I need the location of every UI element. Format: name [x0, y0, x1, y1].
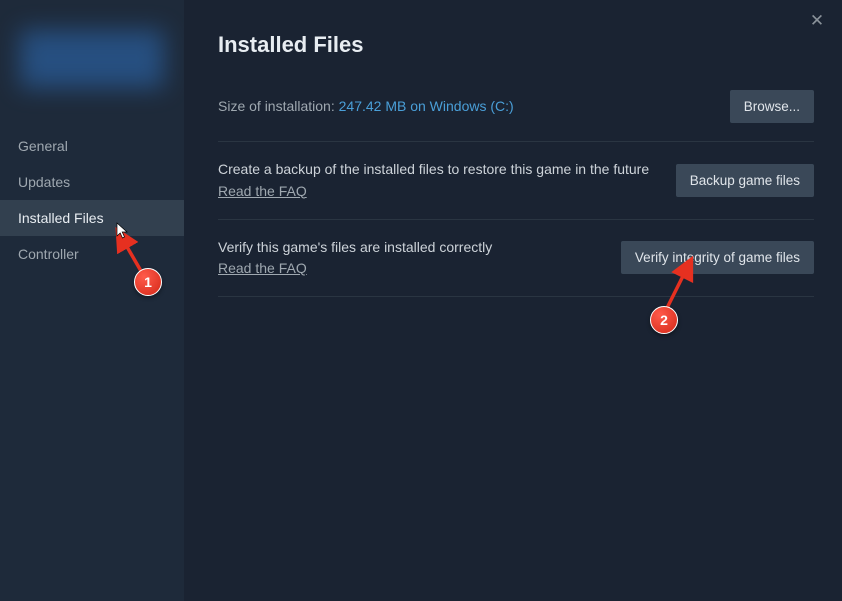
properties-window: General Updates Installed Files Controll…: [0, 0, 842, 601]
backup-button[interactable]: Backup game files: [676, 164, 814, 197]
install-size-value: 247.42 MB on Windows (C:): [339, 98, 514, 114]
page-title: Installed Files: [218, 32, 814, 58]
sidebar-item-general[interactable]: General: [0, 128, 184, 164]
sidebar-item-controller[interactable]: Controller: [0, 236, 184, 272]
backup-desc: Create a backup of the installed files t…: [218, 160, 656, 180]
backup-faq-link[interactable]: Read the FAQ: [218, 183, 307, 199]
sidebar-items: General Updates Installed Files Controll…: [0, 118, 184, 272]
install-size-label: Size of installation:: [218, 98, 339, 114]
verify-button[interactable]: Verify integrity of game files: [621, 241, 814, 274]
browse-button[interactable]: Browse...: [730, 90, 814, 123]
main-panel: ✕ Installed Files Size of installation: …: [184, 0, 842, 601]
backup-row: Create a backup of the installed files t…: [218, 160, 814, 220]
install-size-row: Size of installation: 247.42 MB on Windo…: [218, 90, 814, 142]
sidebar-game-header: [0, 0, 184, 118]
sidebar-item-installed-files[interactable]: Installed Files: [0, 200, 184, 236]
sidebar-item-updates[interactable]: Updates: [0, 164, 184, 200]
verify-row: Verify this game's files are installed c…: [218, 238, 814, 298]
verify-desc: Verify this game's files are installed c…: [218, 238, 601, 258]
verify-faq-link[interactable]: Read the FAQ: [218, 260, 307, 276]
close-icon[interactable]: ✕: [807, 11, 827, 31]
sidebar: General Updates Installed Files Controll…: [0, 0, 184, 601]
